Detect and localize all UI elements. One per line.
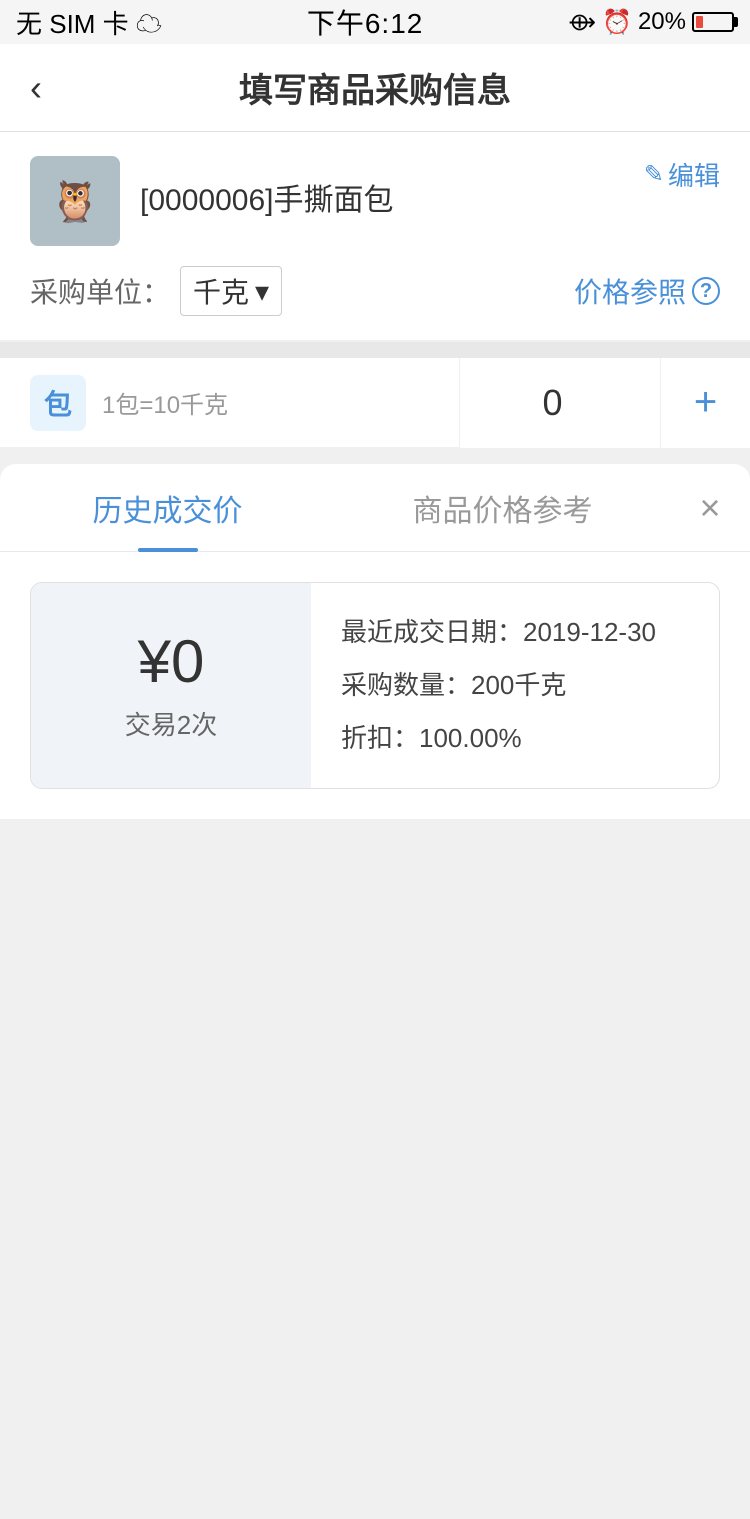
discount-value: 100.00% — [419, 723, 522, 753]
tab-history-price[interactable]: 历史成交价 — [0, 464, 335, 552]
price-details: 最近成交日期：2019-12-30 采购数量：200千克 折扣：100.00% — [311, 583, 719, 788]
quantity-left: 包 1包=10千克 — [0, 375, 459, 431]
discount-label: 折扣： — [341, 723, 419, 753]
price-value: ¥0 — [138, 629, 205, 695]
battery-percent: 20% — [638, 8, 686, 36]
tab-history-label: 历史成交价 — [93, 486, 243, 530]
price-ref-label: 价格参照 — [574, 271, 686, 311]
status-time: 下午6:12 — [307, 2, 424, 42]
edit-button[interactable]: ✎ 编辑 — [644, 156, 720, 193]
discount-row: 折扣：100.00% — [341, 719, 689, 758]
edit-label: 编辑 — [668, 156, 720, 193]
product-thumbnail: 🦉 — [30, 156, 120, 246]
quantity-controls: + — [459, 358, 750, 448]
tab-product-price[interactable]: 商品价格参考 — [335, 464, 670, 552]
price-reference-panel: 历史成交价 商品价格参考 × ¥0 交易2次 最近成交日期：2019-12-30… — [0, 464, 750, 819]
unit-badge: 包 — [30, 375, 86, 431]
tab-product-label: 商品价格参考 — [413, 486, 593, 530]
sim-text: 无 SIM 卡 ☁ — [16, 4, 162, 41]
location-icon: ⟴ — [568, 8, 596, 37]
nav-bar: ‹ 填写商品采购信息 — [0, 44, 750, 132]
product-section: 🦉 [0000006]手撕面包 ✎ 编辑 采购单位： 千克 ▾ 价格参照 ? — [0, 132, 750, 340]
status-left: 无 SIM 卡 ☁ — [16, 4, 162, 41]
tab-bar: 历史成交价 商品价格参考 × — [0, 464, 750, 552]
panel-close-button[interactable]: × — [670, 464, 750, 552]
recent-date-row: 最近成交日期：2019-12-30 — [341, 613, 689, 652]
tab-active-indicator — [138, 548, 198, 552]
qty-row: 采购数量：200千克 — [341, 666, 689, 705]
status-right: ⟴ ⏰ 20% — [568, 8, 734, 37]
status-bar: 无 SIM 卡 ☁ 下午6:12 ⟴ ⏰ 20% — [0, 0, 750, 44]
qty-label: 采购数量： — [341, 670, 471, 700]
unit-select[interactable]: 千克 ▾ — [180, 266, 282, 316]
price-card-area: ¥0 交易2次 最近成交日期：2019-12-30 采购数量：200千克 折扣：… — [0, 552, 750, 819]
section-divider — [0, 342, 750, 358]
alarm-icon: ⏰ — [602, 8, 632, 37]
product-info: 🦉 [0000006]手撕面包 — [30, 156, 393, 246]
currency-symbol: ¥ — [138, 628, 171, 695]
unit-conversion: 1包=10千克 — [102, 385, 228, 420]
trade-count: 交易2次 — [125, 705, 217, 742]
recent-date-label: 最近成交日期： — [341, 617, 523, 647]
quantity-input[interactable] — [460, 358, 660, 448]
recent-date-value: 2019-12-30 — [523, 617, 656, 647]
quantity-section: 包 1包=10千克 + — [0, 358, 750, 448]
product-logo: 🦉 — [50, 178, 100, 225]
qty-value: 200千克 — [471, 670, 566, 700]
dropdown-arrow-icon: ▾ — [255, 275, 269, 308]
battery-icon — [692, 12, 734, 32]
price-summary: ¥0 交易2次 — [31, 583, 311, 788]
quantity-plus-button[interactable]: + — [660, 358, 750, 448]
price-ref-help-icon: ? — [692, 277, 720, 305]
edit-icon: ✎ — [644, 160, 664, 189]
unit-value: 千克 — [193, 271, 249, 311]
price-number: 0 — [171, 628, 204, 695]
back-button[interactable]: ‹ — [30, 67, 42, 109]
unit-label: 采购单位： — [30, 271, 170, 311]
page-background — [0, 819, 750, 1519]
page-title: 填写商品采购信息 — [239, 63, 511, 112]
price-card: ¥0 交易2次 最近成交日期：2019-12-30 采购数量：200千克 折扣：… — [30, 582, 720, 789]
product-name: [0000006]手撕面包 — [140, 180, 393, 222]
price-ref-button[interactable]: 价格参照 ? — [574, 271, 720, 311]
